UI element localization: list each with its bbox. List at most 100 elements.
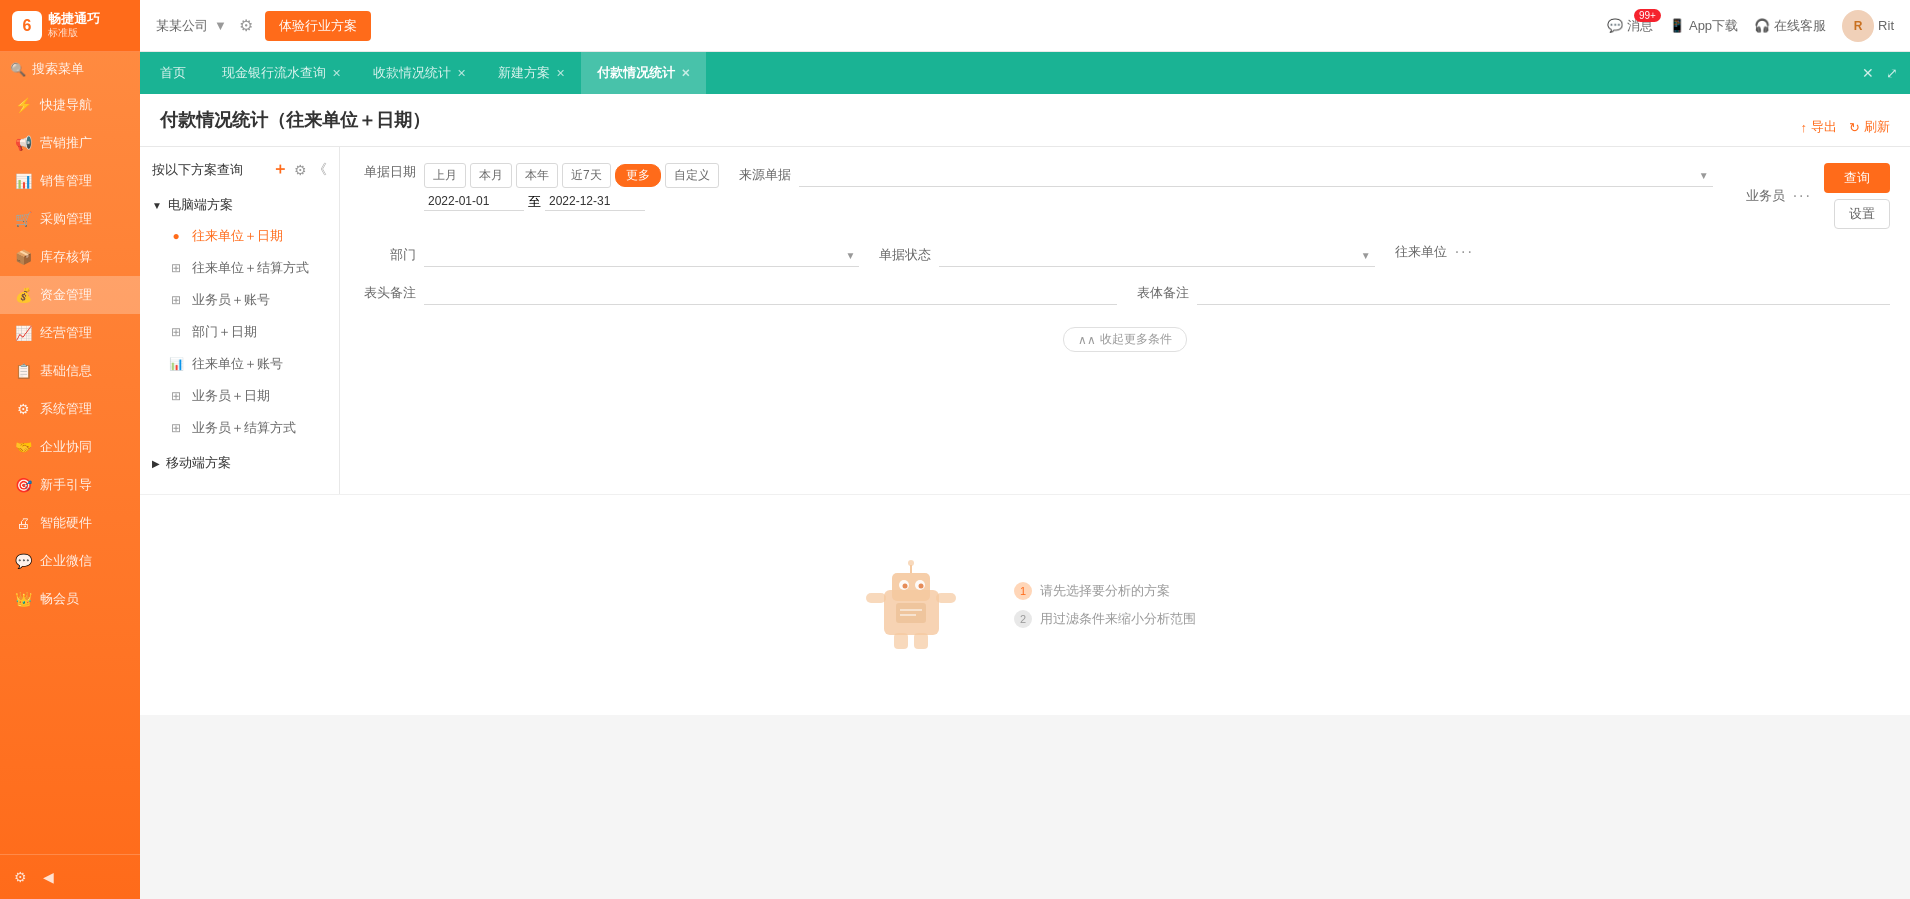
refresh-button[interactable]: ↻ 刷新 <box>1849 118 1890 136</box>
sidebar-item-sales[interactable]: 📊 销售管理 <box>0 162 140 200</box>
scheme-item-partner-account[interactable]: 📊 往来单位＋账号 <box>140 348 339 380</box>
page-title: 付款情况统计（往来单位＋日期） <box>160 108 430 146</box>
avatar: R <box>1842 10 1874 42</box>
scheme-collapse-icon[interactable]: 《 <box>313 161 327 179</box>
query-button[interactable]: 查询 <box>1824 163 1890 193</box>
svg-rect-8 <box>866 593 886 603</box>
salesman-picker-icon[interactable]: ··· <box>1793 187 1812 205</box>
refresh-icon: ↻ <box>1849 120 1860 135</box>
date-custom[interactable]: 自定义 <box>665 163 719 188</box>
mobile-group-title[interactable]: ▶ 移动端方案 <box>140 448 339 478</box>
date-end-input[interactable] <box>545 192 645 211</box>
export-button[interactable]: ↑ 导出 <box>1801 118 1838 136</box>
date-label: 单据日期 <box>360 163 416 181</box>
sidebar-item-smart-hw[interactable]: 🖨 智能硬件 <box>0 504 140 542</box>
tab-close-new-plan[interactable]: ✕ <box>556 67 565 80</box>
svg-rect-10 <box>894 633 908 649</box>
topbar-settings-icon[interactable]: ⚙ <box>239 16 253 35</box>
doc-status-select-wrapper: ▼ <box>939 243 1374 267</box>
logo-text: 畅捷通巧 标准版 <box>48 11 100 41</box>
footer-collapse-icon[interactable]: ◀ <box>39 865 58 889</box>
scheme-item-salesman-settle[interactable]: ⊞ 业务员＋结算方式 <box>140 412 339 444</box>
system-icon: ⚙ <box>14 400 32 418</box>
empty-tips: 1 请先选择要分析的方案 2 用过滤条件来缩小分析范围 <box>1014 582 1196 628</box>
app-download-button[interactable]: 📱 App下载 <box>1669 17 1738 35</box>
sidebar-item-basic-info[interactable]: 📋 基础信息 <box>0 352 140 390</box>
empty-state: 1 请先选择要分析的方案 2 用过滤条件来缩小分析范围 <box>140 495 1910 715</box>
date-last-month[interactable]: 上月 <box>424 163 466 188</box>
empty-tip-1: 1 请先选择要分析的方案 <box>1014 582 1196 600</box>
beginner-icon: 🎯 <box>14 476 32 494</box>
add-scheme-icon[interactable]: ＋ <box>272 159 288 180</box>
scheme-settings-icon[interactable]: ⚙ <box>294 162 307 178</box>
salesman-label: 业务员 <box>1729 187 1785 205</box>
smart-hw-icon: 🖨 <box>14 514 32 532</box>
sidebar-item-inventory[interactable]: 📦 库存核算 <box>0 238 140 276</box>
tab-payment-stats[interactable]: 付款情况统计 ✕ <box>581 52 706 94</box>
maximize-icon[interactable]: ⤢ <box>1886 65 1898 81</box>
desktop-scheme-group: ▼ 电脑端方案 ● 往来单位＋日期 ⊞ 往来单位＋结算方式 ⊞ <box>140 190 339 444</box>
settings-button[interactable]: 设置 <box>1834 199 1890 229</box>
sidebar-item-enterprise[interactable]: 🤝 企业协同 <box>0 428 140 466</box>
sidebar-item-beginner[interactable]: 🎯 新手引导 <box>0 466 140 504</box>
desktop-group-title[interactable]: ▼ 电脑端方案 <box>140 190 339 220</box>
trial-industry-button[interactable]: 体验行业方案 <box>265 11 371 41</box>
search-menu-item[interactable]: 🔍 搜索菜单 <box>0 52 140 86</box>
tabs-bar: 首页 现金银行流水查询 ✕ 收款情况统计 ✕ 新建方案 ✕ 付款情况统计 ✕ ✕… <box>140 52 1910 94</box>
tab-close-receipt-stats[interactable]: ✕ <box>457 67 466 80</box>
scheme-item-salesman-date[interactable]: ⊞ 业务员＋日期 <box>140 380 339 412</box>
sidebar-item-system[interactable]: ⚙ 系统管理 <box>0 390 140 428</box>
scheme-item-partner-settle[interactable]: ⊞ 往来单位＋结算方式 <box>140 252 339 284</box>
sidebar-item-wechat[interactable]: 💬 企业微信 <box>0 542 140 580</box>
source-doc-select[interactable] <box>799 163 1713 187</box>
empty-state-section: 1 请先选择要分析的方案 2 用过滤条件来缩小分析范围 <box>140 494 1910 715</box>
company-dropdown-icon: ▼ <box>214 18 227 33</box>
date-this-month[interactable]: 本月 <box>470 163 512 188</box>
operation-icon: 📈 <box>14 324 32 342</box>
dept-select-wrapper: ▼ <box>424 243 859 267</box>
close-all-tabs-icon[interactable]: ✕ <box>1862 65 1874 81</box>
scheme-item-salesman-account[interactable]: ⊞ 业务员＋账号 <box>140 284 339 316</box>
finance-icon: 💰 <box>14 286 32 304</box>
messages-button[interactable]: 💬 消息 99+ <box>1607 17 1653 35</box>
partner-picker-icon[interactable]: ··· <box>1455 243 1474 261</box>
scheme-panel: 按以下方案查询 ＋ ⚙ 《 ▼ 电脑端方案 ● <box>140 147 340 494</box>
tab-receipt-stats[interactable]: 收款情况统计 ✕ <box>357 52 482 94</box>
footer-settings-icon[interactable]: ⚙ <box>10 865 31 889</box>
date-more[interactable]: 更多 <box>615 164 661 187</box>
date-this-year[interactable]: 本年 <box>516 163 558 188</box>
sidebar-nav: ⚡ 快捷导航 📢 营销推广 📊 销售管理 🛒 采购管理 📦 库存核算 💰 资金管… <box>0 86 140 854</box>
collapse-conditions-button[interactable]: ∧∧ 收起更多条件 <box>1063 327 1187 352</box>
tab-new-plan[interactable]: 新建方案 ✕ <box>482 52 581 94</box>
tab-close-bank-flow[interactable]: ✕ <box>332 67 341 80</box>
purchase-icon: 🛒 <box>14 210 32 228</box>
doc-status-select[interactable] <box>939 243 1374 267</box>
page-header-actions: ↑ 导出 ↻ 刷新 <box>1801 118 1891 136</box>
date-last-7days[interactable]: 近7天 <box>562 163 611 188</box>
sidebar-item-quick-nav[interactable]: ⚡ 快捷导航 <box>0 86 140 124</box>
scheme-item-partner-date[interactable]: ● 往来单位＋日期 <box>140 220 339 252</box>
svg-point-5 <box>919 584 924 589</box>
tip-num-1: 1 <box>1014 582 1032 600</box>
sidebar-item-finance[interactable]: 💰 资金管理 <box>0 276 140 314</box>
sidebar-item-operation[interactable]: 📈 经营管理 <box>0 314 140 352</box>
online-service-button[interactable]: 🎧 在线客服 <box>1754 17 1826 35</box>
tab-bank-flow[interactable]: 现金银行流水查询 ✕ <box>206 52 357 94</box>
app-download-icon: 📱 <box>1669 18 1685 33</box>
header-note-input[interactable] <box>424 281 1117 305</box>
sidebar-item-member[interactable]: 👑 畅会员 <box>0 580 140 618</box>
user-avatar-area[interactable]: R Rit <box>1842 10 1894 42</box>
scheme-item-dept-date[interactable]: ⊞ 部门＋日期 <box>140 316 339 348</box>
sidebar-item-purchase[interactable]: 🛒 采购管理 <box>0 200 140 238</box>
tab-home[interactable]: 首页 <box>140 52 206 94</box>
body-note-input[interactable] <box>1197 281 1890 305</box>
tab-close-payment-stats[interactable]: ✕ <box>681 67 690 80</box>
partner-label: 往来单位 <box>1391 243 1447 261</box>
date-start-input[interactable] <box>424 192 524 211</box>
sidebar-item-marketing[interactable]: 📢 营销推广 <box>0 124 140 162</box>
company-selector[interactable]: 某某公司 ▼ <box>156 17 227 35</box>
body-note-field: 表体备注 <box>1133 281 1890 305</box>
scheme-table-icon-4: ⊞ <box>168 388 184 404</box>
dept-select[interactable] <box>424 243 859 267</box>
source-doc-label: 来源单据 <box>735 166 791 184</box>
